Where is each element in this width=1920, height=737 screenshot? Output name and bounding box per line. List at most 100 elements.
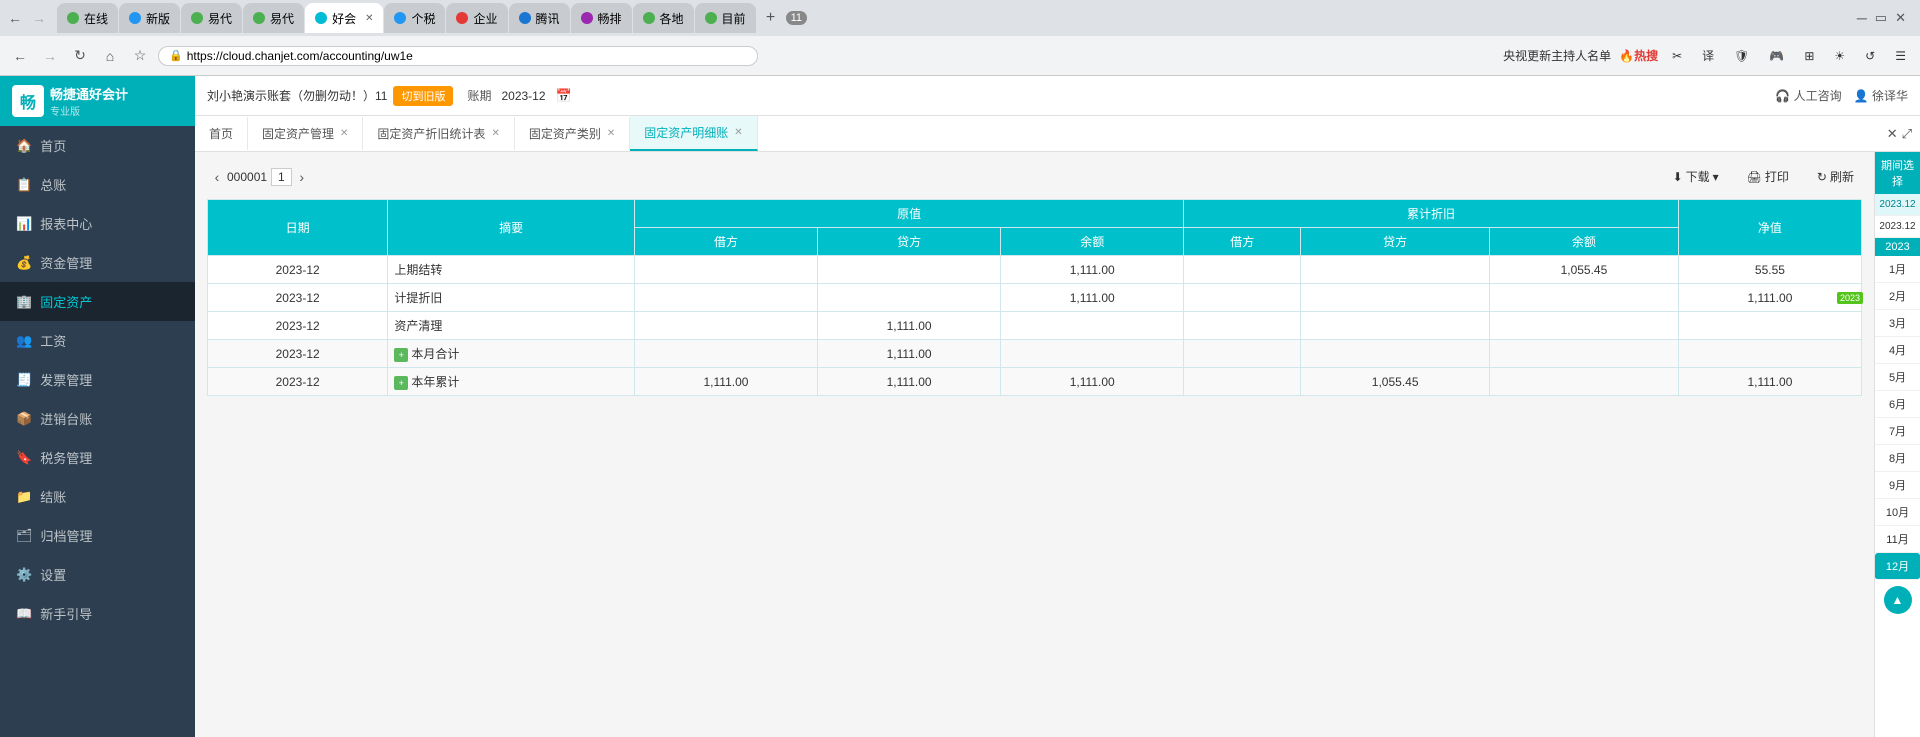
nav-home-btn[interactable]: ⌂: [98, 44, 122, 68]
translate-btn[interactable]: 译: [1696, 45, 1720, 66]
tab-close-haohui[interactable]: ✕: [365, 13, 373, 24]
tab-asset-ledger-label: 固定资产明细账: [644, 124, 728, 141]
tab-home[interactable]: 首页: [195, 117, 248, 150]
browser-maximize[interactable]: ▭: [1875, 10, 1887, 26]
period-month-6[interactable]: 6月: [1875, 391, 1920, 418]
sidebar-item-settings-label: 设置: [40, 565, 66, 584]
col-header-original-value: 原值: [634, 200, 1183, 228]
browser-tab-chang[interactable]: 畅排: [571, 3, 632, 33]
tab-asset-category-close[interactable]: ✕: [607, 128, 615, 139]
cell-leiji-balance: [1490, 340, 1679, 368]
period-month-9[interactable]: 9月: [1875, 472, 1920, 499]
close-all-tabs-button[interactable]: ✕: [1887, 126, 1898, 142]
expand-tab-button[interactable]: ⤢: [1902, 126, 1912, 142]
browser-tab-yidai2[interactable]: 易代: [243, 3, 304, 33]
sidebar-item-invoice[interactable]: 🧾 发票管理: [0, 360, 195, 399]
report-icon: 📊: [16, 216, 32, 232]
scroll-up-button[interactable]: ▲: [1884, 586, 1912, 614]
period-month-10[interactable]: 10月: [1875, 499, 1920, 526]
browser-tab-new[interactable]: 新版: [119, 3, 180, 33]
scissors-btn[interactable]: ✂: [1666, 47, 1688, 65]
user-avatar[interactable]: 👤 徐译华: [1854, 87, 1908, 104]
summary-icon: +: [394, 348, 408, 362]
history-btn[interactable]: ↺: [1859, 47, 1881, 65]
period-month-4[interactable]: 4月: [1875, 337, 1920, 364]
cell-yuanzhi-balance: 1,111.00: [1001, 256, 1184, 284]
game-btn[interactable]: 🎮: [1763, 47, 1790, 65]
period-month-12[interactable]: 12月: [1875, 553, 1920, 580]
sidebar-item-fund-management[interactable]: 💰 资金管理: [0, 243, 195, 282]
col-header-summary: 摘要: [388, 200, 635, 256]
period-month-2[interactable]: 2月: [1875, 283, 1920, 310]
customer-service-link[interactable]: 🎧 人工咨询: [1775, 87, 1841, 104]
period-month-5[interactable]: 5月: [1875, 364, 1920, 391]
brightness-btn[interactable]: ☀: [1828, 47, 1851, 65]
sidebar-item-tax[interactable]: 🔖 税务管理: [0, 438, 195, 477]
period-2023-12-first[interactable]: 2023.12: [1875, 194, 1920, 216]
cell-leiji-debit: [1184, 312, 1301, 340]
period-2023-12-second[interactable]: 2023.12: [1875, 216, 1920, 238]
browser-tab-muqian[interactable]: 目前: [695, 3, 756, 33]
grid-btn[interactable]: ⊞: [1798, 47, 1820, 65]
refresh-button[interactable]: ↻ 刷新: [1809, 164, 1862, 189]
tab-depreciation-table-close[interactable]: ✕: [491, 128, 499, 139]
shield-btn[interactable]: 🛡: [1728, 47, 1755, 65]
download-chevron: ▾: [1713, 170, 1719, 184]
nav-prev-button[interactable]: ‹: [207, 167, 227, 187]
sidebar-item-report-center[interactable]: 📊 报表中心: [0, 204, 195, 243]
sidebar-item-payroll-label: 工资: [40, 331, 66, 350]
download-icon: ⬇: [1673, 170, 1683, 184]
refresh-icon: ↻: [1817, 170, 1827, 184]
browser-minimize[interactable]: ─: [1857, 10, 1867, 26]
new-tab-button[interactable]: +: [757, 4, 785, 32]
sidebar-item-payroll[interactable]: 👥 工资: [0, 321, 195, 360]
guide-icon: 📖: [16, 606, 32, 622]
browser-tab-haohui[interactable]: 好会 ✕: [305, 3, 383, 33]
tab-count-badge[interactable]: 11: [786, 11, 807, 25]
tab-fixed-asset-management[interactable]: 固定资产管理 ✕: [248, 117, 363, 150]
home-icon: 🏠: [16, 138, 32, 154]
tab-fixed-asset-management-close[interactable]: ✕: [340, 128, 348, 139]
sidebar-logo: 畅 畅捷通好会计 专业版: [0, 76, 195, 126]
sidebar-item-fixed-assets[interactable]: 🏢 固定资产: [0, 282, 195, 321]
tab-asset-ledger-close[interactable]: ✕: [734, 127, 742, 138]
nav-next-button[interactable]: ›: [292, 167, 312, 187]
period-month-1[interactable]: 1月: [1875, 256, 1920, 283]
address-input[interactable]: [187, 49, 747, 63]
period-month-3[interactable]: 3月: [1875, 310, 1920, 337]
nav-bookmark-btn[interactable]: ☆: [128, 44, 152, 68]
sidebar-item-report-center-label: 报表中心: [40, 214, 92, 233]
sidebar-item-guide[interactable]: 📖 新手引导: [0, 594, 195, 633]
print-button[interactable]: 🖨 打印: [1739, 164, 1797, 189]
browser-tab-geshui[interactable]: 个税: [384, 3, 445, 33]
browser-forward[interactable]: →: [28, 7, 50, 29]
sidebar-item-settings[interactable]: ⚙️ 设置: [0, 555, 195, 594]
browser-tab-tencent[interactable]: 腾讯: [509, 3, 570, 33]
period-month-7[interactable]: 7月: [1875, 418, 1920, 445]
sidebar-item-general-ledger[interactable]: 📋 总账: [0, 165, 195, 204]
browser-tab-gedi[interactable]: 各地: [633, 3, 694, 33]
sidebar-item-archive[interactable]: 🗂 归档管理: [0, 516, 195, 555]
sidebar-item-home[interactable]: 🏠 首页: [0, 126, 195, 165]
period-month-11[interactable]: 11月: [1875, 526, 1920, 553]
address-bar[interactable]: 🔒: [158, 46, 758, 66]
browser-back[interactable]: ←: [4, 7, 26, 29]
tab-asset-category[interactable]: 固定资产类别 ✕: [515, 117, 630, 150]
nav-forward-btn[interactable]: →: [38, 44, 62, 68]
tab-asset-ledger[interactable]: 固定资产明细账 ✕: [630, 116, 757, 151]
browser-close[interactable]: ✕: [1895, 10, 1906, 26]
download-button[interactable]: ⬇ 下载 ▾: [1665, 164, 1727, 189]
sidebar-item-closing[interactable]: 📁 结账: [0, 477, 195, 516]
page-number[interactable]: 1: [271, 168, 292, 186]
browser-tab-yidai1[interactable]: 易代: [181, 3, 242, 33]
menu-btn[interactable]: ☰: [1889, 47, 1912, 65]
sidebar-item-purchase-sale[interactable]: 📦 进销台账: [0, 399, 195, 438]
nav-back-btn[interactable]: ←: [8, 44, 32, 68]
period-month-8[interactable]: 8月: [1875, 445, 1920, 472]
nav-refresh-btn[interactable]: ↻: [68, 44, 92, 68]
tab-depreciation-table[interactable]: 固定资产折旧统计表 ✕: [363, 117, 514, 150]
switch-version-button[interactable]: 切到旧版: [393, 86, 453, 106]
browser-tab-online[interactable]: 在线: [57, 3, 118, 33]
browser-tab-qiye[interactable]: 企业: [446, 3, 507, 33]
calendar-icon[interactable]: 📅: [556, 88, 572, 104]
